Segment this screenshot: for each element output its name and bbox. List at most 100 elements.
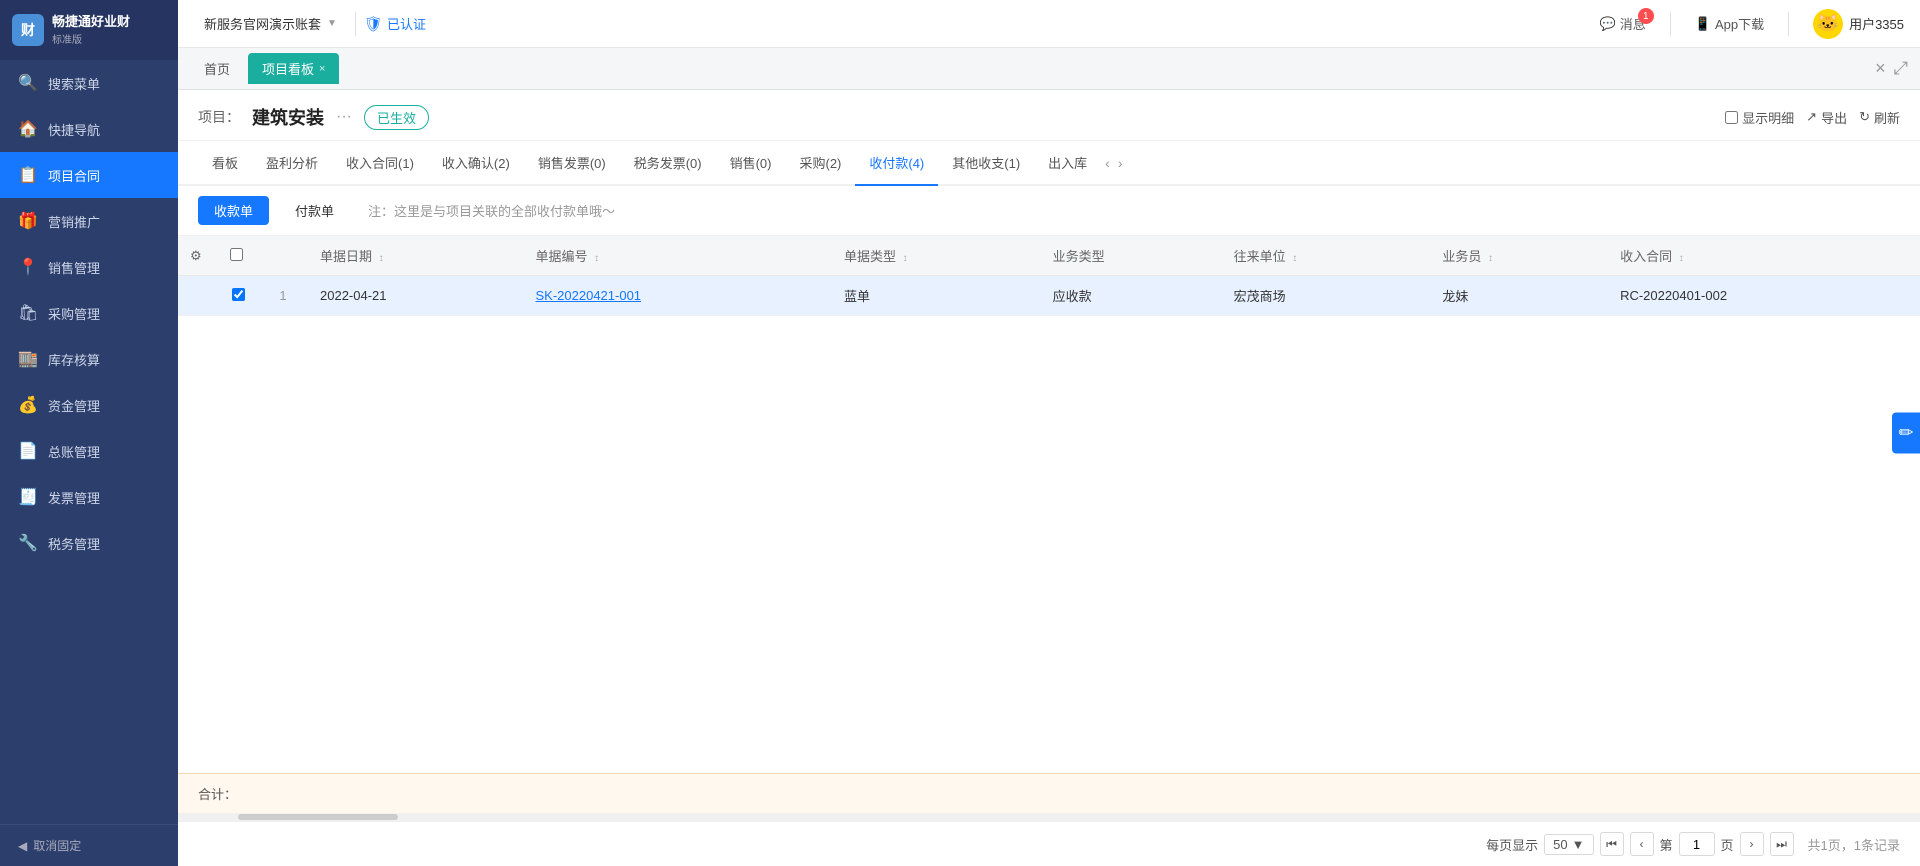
app-logo: 财 — [12, 14, 44, 46]
row-code-link[interactable]: SK-20220421-001 — [536, 288, 642, 303]
row-type-cell: 蓝单 — [832, 276, 1041, 316]
project-more-button[interactable]: ··· — [336, 108, 352, 126]
app-title-block: 畅捷通好业财 标准版 — [52, 14, 130, 46]
sub-tab-other-income[interactable]: 其他收支(1) — [938, 141, 1034, 186]
sidebar-item-tax[interactable]: 🔧 税务管理 — [0, 520, 178, 566]
scrollbar-thumb[interactable] — [238, 814, 398, 820]
sidebar-item-invoice[interactable]: 🧾 发票管理 — [0, 474, 178, 520]
sidebar: 财 畅捷通好业财 标准版 🔍 搜索菜单 🏠 快捷导航 📋 项目合同 🎁 营销推广… — [0, 0, 178, 866]
sidebar-item-finance[interactable]: 💰 资金管理 — [0, 382, 178, 428]
user-label: 用户3355 — [1849, 14, 1904, 33]
row-partner-cell: 宏茂商场 — [1222, 276, 1431, 316]
sub-tab-tax-invoice[interactable]: 税务发票(0) — [620, 141, 716, 186]
col-settings[interactable]: ⚙ — [178, 236, 218, 276]
sub-tab-receipt[interactable]: 收付款(4) — [855, 141, 938, 186]
sidebar-item-marketing[interactable]: 🎁 营销推广 — [0, 198, 178, 244]
sub-tab-inout[interactable]: 出入库 — [1034, 141, 1101, 186]
payment-filter-button[interactable]: 付款单 — [279, 196, 350, 225]
filter-bar: 收款单 付款单 注：这里是与项目关联的全部收付款单哦～ — [178, 186, 1920, 236]
sub-tab-profit[interactable]: 盈利分析 — [252, 141, 332, 186]
sidebar-item-search[interactable]: 🔍 搜索菜单 — [0, 60, 178, 106]
sidebar-item-purchase[interactable]: 🛍 采购管理 — [0, 290, 178, 336]
row-contract-cell: RC-20220401-002 — [1608, 276, 1920, 316]
app-title: 畅捷通好业财 — [52, 14, 130, 31]
last-page-button[interactable]: ⏭ — [1770, 832, 1794, 856]
table-scrollbar[interactable] — [178, 813, 1920, 821]
sub-tab-purchase[interactable]: 采购(2) — [785, 141, 855, 186]
sidebar-item-ledger[interactable]: 📄 总账管理 — [0, 428, 178, 474]
unpin-label: 取消固定 — [33, 837, 81, 854]
row-checkbox[interactable] — [232, 288, 245, 301]
invoice-icon: 🧾 — [18, 487, 38, 507]
first-page-button[interactable]: ⏮ — [1600, 832, 1624, 856]
page-size-label: 每页显示 — [1486, 835, 1538, 854]
refresh-label: 刷新 — [1874, 108, 1900, 127]
page-size-select[interactable]: 50 ▼ — [1544, 834, 1593, 855]
page-size-arrow: ▼ — [1572, 837, 1585, 852]
col-income-contract[interactable]: 收入合同 ↕ — [1608, 236, 1920, 276]
row-code-cell[interactable]: SK-20220421-001 — [524, 276, 832, 316]
select-all-checkbox[interactable] — [230, 248, 243, 261]
sub-nav-next[interactable]: › — [1114, 155, 1127, 171]
home-icon: 🏠 — [18, 119, 38, 139]
col-salesman[interactable]: 业务员 ↕ — [1430, 236, 1608, 276]
refresh-icon: ↻ — [1859, 109, 1870, 125]
table-header-row: ⚙ 单据日期 ↕ 单据编号 ↕ — [178, 236, 1920, 276]
ledger-icon: 📄 — [18, 441, 38, 461]
sub-tab-sales-invoice[interactable]: 销售发票(0) — [524, 141, 620, 186]
project-status-badge: 已生效 — [364, 105, 429, 130]
col-code[interactable]: 单据编号 ↕ — [524, 236, 832, 276]
window-close-button[interactable]: × — [1875, 58, 1886, 79]
sidebar-item-inventory[interactable]: 🏬 库存核算 — [0, 336, 178, 382]
unpin-icon: ◀ — [18, 839, 27, 853]
filter-note: 注：这里是与项目关联的全部收付款单哦～ — [368, 201, 615, 220]
row-settings-cell — [178, 276, 218, 316]
sidebar-item-shortcut[interactable]: 🏠 快捷导航 — [0, 106, 178, 152]
refresh-button[interactable]: ↻ 刷新 — [1859, 108, 1900, 127]
prev-page-button[interactable]: ‹ — [1630, 832, 1654, 856]
app-download-button[interactable]: 📱 App下载 — [1695, 14, 1764, 33]
receipt-table: ⚙ 单据日期 ↕ 单据编号 ↕ — [178, 236, 1920, 316]
current-page-input[interactable] — [1679, 832, 1715, 856]
sidebar-item-sales[interactable]: 📍 销售管理 — [0, 244, 178, 290]
receipt-filter-button[interactable]: 收款单 — [198, 196, 269, 225]
message-button[interactable]: 💬 消息 1 — [1600, 14, 1646, 33]
sidebar-label-purchase: 采购管理 — [48, 304, 100, 323]
sidebar-unpin[interactable]: ◀ 取消固定 — [0, 824, 178, 866]
sub-tab-income-confirm[interactable]: 收入确认(2) — [428, 141, 524, 186]
sidebar-item-project[interactable]: 📋 项目合同 — [0, 152, 178, 198]
row-checkbox-cell[interactable] — [218, 276, 258, 316]
tab-project-board[interactable]: 项目看板 × — [248, 53, 339, 84]
message-icon: 💬 — [1600, 16, 1616, 32]
show-detail-label[interactable]: 显示明细 — [1725, 108, 1794, 127]
table-footer: 合计： — [178, 773, 1920, 813]
right-float-button[interactable]: ✏ — [1892, 413, 1920, 454]
next-page-button[interactable]: › — [1740, 832, 1764, 856]
account-switcher[interactable]: 新服务官网演示账套 ▼ — [194, 14, 347, 33]
user-avatar: 🐱 — [1813, 9, 1843, 39]
project-name: 建筑安装 — [252, 104, 324, 130]
window-expand-button[interactable]: ⤢ — [1894, 58, 1908, 79]
total-pages-info: 共1页，1条记录 — [1808, 835, 1900, 854]
page-size-value: 50 — [1553, 837, 1567, 852]
col-type[interactable]: 单据类型 ↕ — [832, 236, 1041, 276]
sidebar-label-sales: 销售管理 — [48, 258, 100, 277]
sub-tab-kanban[interactable]: 看板 — [198, 141, 252, 186]
inventory-icon: 🏬 — [18, 349, 38, 369]
sub-tab-income-contract[interactable]: 收入合同(1) — [332, 141, 428, 186]
tab-home[interactable]: 首页 — [190, 53, 244, 84]
sub-nav-prev[interactable]: ‹ — [1101, 155, 1114, 171]
contract-sort-icon: ↕ — [1679, 253, 1684, 264]
user-menu[interactable]: 🐱 用户3355 — [1813, 9, 1904, 39]
sidebar-label-search: 搜索菜单 — [48, 74, 100, 93]
export-label: 导出 — [1821, 108, 1847, 127]
tab-close-icon[interactable]: × — [319, 63, 325, 75]
sub-tab-sales[interactable]: 销售(0) — [716, 141, 786, 186]
sidebar-label-invoice: 发票管理 — [48, 488, 100, 507]
topbar-divider-2 — [1670, 12, 1671, 36]
export-button[interactable]: ↗ 导出 — [1806, 108, 1847, 127]
col-date[interactable]: 单据日期 ↕ — [308, 236, 524, 276]
show-detail-checkbox[interactable] — [1725, 111, 1738, 124]
export-icon: ↗ — [1806, 109, 1817, 125]
col-partner[interactable]: 往来单位 ↕ — [1222, 236, 1431, 276]
